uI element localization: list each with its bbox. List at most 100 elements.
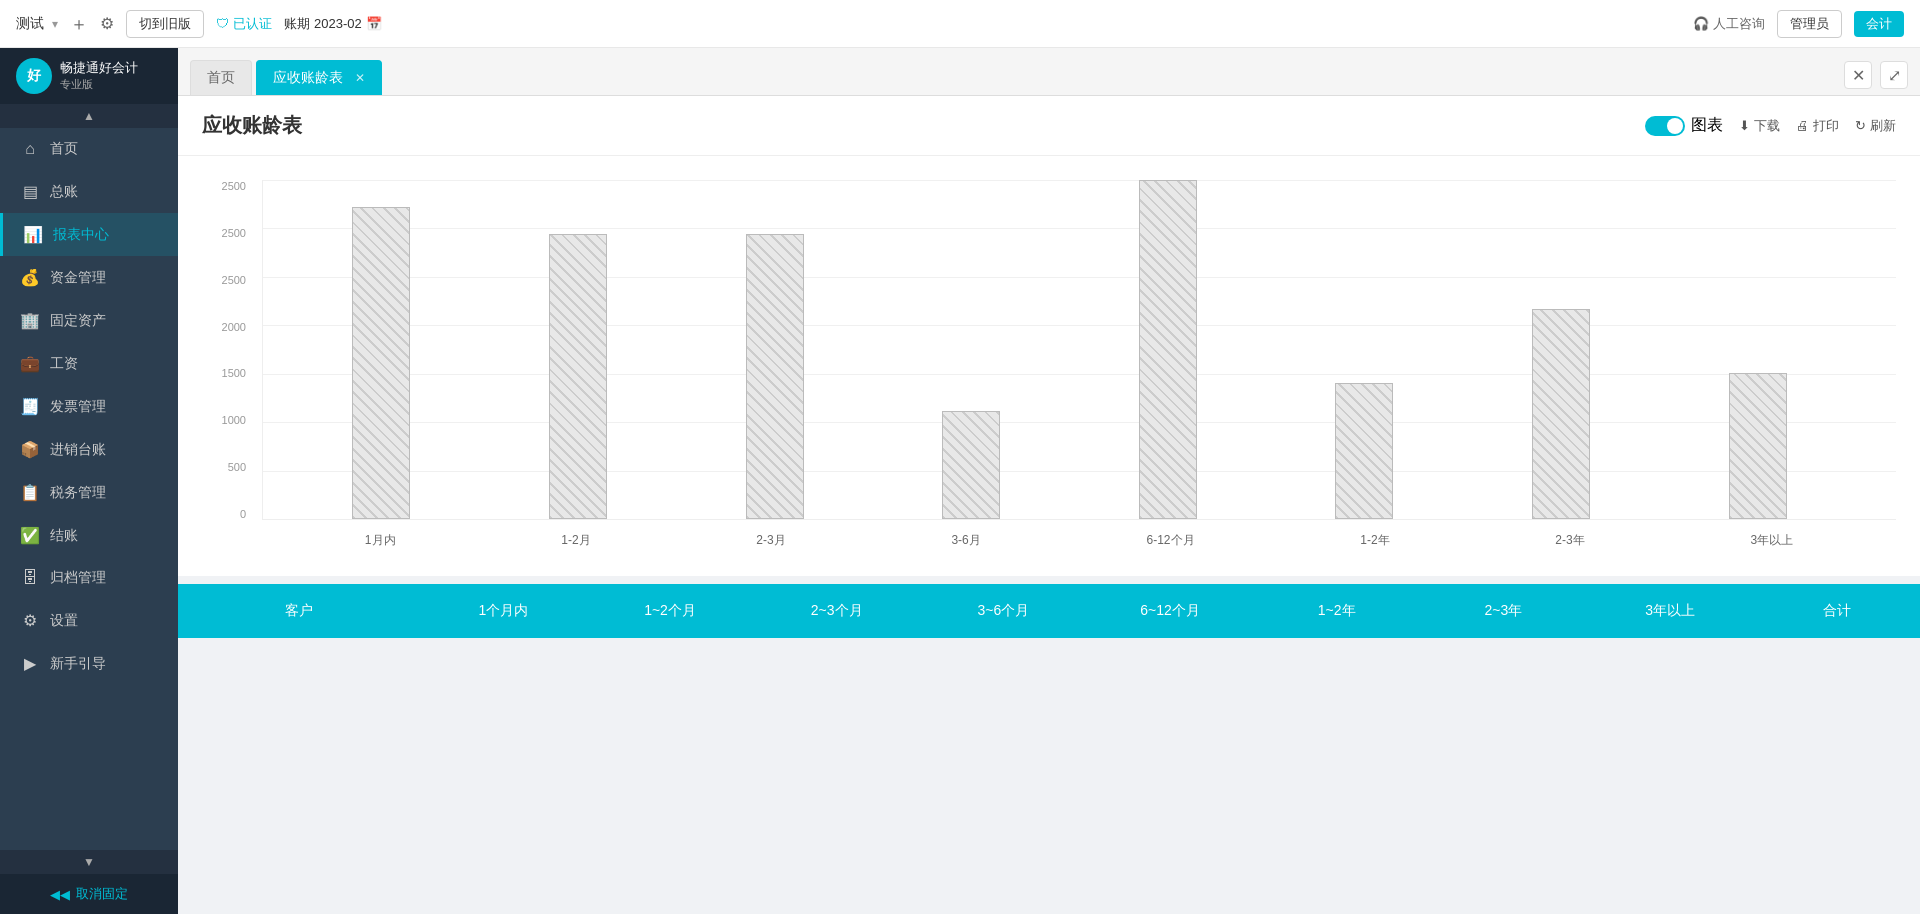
table-area: 客户 1个月内 1~2个月 2~3个月 3~6个月 6~12个月 1~2年 2~… [178,584,1920,638]
bar-6-12m [1139,180,1197,519]
sidebar-scroll-up[interactable]: ▲ [0,104,178,128]
company-name: 测试 [16,15,44,33]
sidebar-label-home: 首页 [50,140,78,158]
main-layout: 好 畅捷通好会计 专业版 ▲ ⌂ 首页 ▤ 总账 📊 报表中心 💰 资金管理 [0,48,1920,914]
table-col-2-3y: 2~3年 [1420,584,1587,638]
bar-group-8 [1729,180,1787,519]
sidebar-label-settle: 结账 [50,527,78,545]
guide-icon: ▶ [20,654,40,673]
report-actions: 图表 ⬇ 下载 🖨 打印 ↻ 刷新 [1645,115,1896,136]
sidebar: 好 畅捷通好会计 专业版 ▲ ⌂ 首页 ▤ 总账 📊 报表中心 💰 资金管理 [0,48,178,914]
sidebar-item-ledger[interactable]: ▤ 总账 [0,170,178,213]
close-tab-button[interactable]: ✕ [1844,61,1872,89]
settings-nav-icon: ⚙ [20,611,40,630]
assets-icon: 🏢 [20,311,40,330]
invoice-icon: 🧾 [20,397,40,416]
settings-icon[interactable]: ⚙ [100,14,114,33]
sidebar-item-purchase[interactable]: 📦 进销台账 [0,428,178,471]
tab-close-icon[interactable]: ✕ [355,71,365,85]
sidebar-label-purchase: 进销台账 [50,441,106,459]
tax-icon: 📋 [20,483,40,502]
sidebar-item-settle[interactable]: ✅ 结账 [0,514,178,557]
sidebar-nav: ⌂ 首页 ▤ 总账 📊 报表中心 💰 资金管理 🏢 固定资产 💼 工资 [0,128,178,850]
page-content: 应收账龄表 图表 ⬇ 下载 🖨 打印 [178,96,1920,914]
sidebar-item-guide[interactable]: ▶ 新手引导 [0,642,178,685]
sidebar-item-archive[interactable]: 🗄 归档管理 [0,557,178,599]
sidebar-label-reports: 报表中心 [53,226,109,244]
table-col-1m: 1个月内 [420,584,587,638]
headset-icon: 🎧 [1693,16,1709,31]
x-label-2-3y: 2-3年 [1555,532,1584,549]
home-icon: ⌂ [20,140,40,158]
bar-3-6m [942,411,1000,519]
switch-version-button[interactable]: 切到旧版 [126,10,204,38]
sidebar-label-guide: 新手引导 [50,655,106,673]
sidebar-scroll-down[interactable]: ▼ [0,850,178,874]
bar-group-2 [549,180,607,519]
download-icon: ⬇ [1739,118,1750,133]
tab-home[interactable]: 首页 [190,60,252,95]
refresh-icon: ↻ [1855,118,1866,133]
sidebar-label-funds: 资金管理 [50,269,106,287]
sidebar-label-salary: 工资 [50,355,78,373]
y-label-1000: 1000 [222,414,246,426]
bar-group-1 [352,180,410,519]
purchase-icon: 📦 [20,440,40,459]
bar-2-3m [746,234,804,519]
x-axis-labels: 1月内 1-2月 2-3月 3-6月 6-12个月 1-2年 2-3年 3年以上 [262,520,1896,560]
x-label-3y-plus: 3年以上 [1750,532,1793,549]
shield-icon: 🛡 [216,16,229,31]
expand-tab-button[interactable]: ⤢ [1880,61,1908,89]
tab-actions: ✕ ⤢ [1844,61,1908,95]
logo-icon: 好 [16,58,52,94]
table-col-3y-plus: 3年以上 [1587,584,1754,638]
download-button[interactable]: ⬇ 下载 [1739,117,1780,135]
calendar-icon[interactable]: 📅 [366,16,382,31]
sidebar-item-invoice[interactable]: 🧾 发票管理 [0,385,178,428]
sidebar-item-salary[interactable]: 💼 工资 [0,342,178,385]
toggle-thumb [1667,118,1683,134]
print-button[interactable]: 🖨 打印 [1796,117,1839,135]
sidebar-label-ledger: 总账 [50,183,78,201]
content-area: 首页 应收账龄表 ✕ ✕ ⤢ 应收账龄表 [178,48,1920,914]
refresh-button[interactable]: ↻ 刷新 [1855,117,1896,135]
bar-group-3 [746,180,804,519]
cancel-fixed-button[interactable]: ◀◀ 取消固定 [0,874,178,914]
x-label-1-2y: 1-2年 [1360,532,1389,549]
role-button[interactable]: 会计 [1854,11,1904,37]
tab-report[interactable]: 应收账龄表 ✕ [256,60,382,95]
sidebar-label-settings: 设置 [50,612,78,630]
bar-1-2m [549,234,607,519]
x-label-1-2m: 1-2月 [561,532,590,549]
table-col-customer: 客户 [178,584,420,638]
report-header: 应收账龄表 图表 ⬇ 下载 🖨 打印 [178,96,1920,156]
bar-group-5 [1139,180,1197,519]
toggle-track[interactable] [1645,116,1685,136]
sidebar-item-settings[interactable]: ⚙ 设置 [0,599,178,642]
sidebar-label-tax: 税务管理 [50,484,106,502]
consult-button[interactable]: 🎧 人工咨询 [1693,15,1765,33]
user-button[interactable]: 管理员 [1777,10,1842,38]
sidebar-item-home[interactable]: ⌂ 首页 [0,128,178,170]
bars-container [263,180,1876,519]
chart-toggle[interactable]: 图表 [1645,115,1723,136]
company-dropdown-icon[interactable]: ▾ [52,17,58,31]
settle-icon: ✅ [20,526,40,545]
company-selector[interactable]: 测试 ▾ [16,15,58,33]
sidebar-item-funds[interactable]: 💰 资金管理 [0,256,178,299]
bar-group-4 [942,180,1000,519]
y-label-2500b: 2500 [222,227,246,239]
sidebar-item-tax[interactable]: 📋 税务管理 [0,471,178,514]
sidebar-item-assets[interactable]: 🏢 固定资产 [0,299,178,342]
sidebar-label-assets: 固定资产 [50,312,106,330]
top-header: 测试 ▾ ＋ ⚙ 切到旧版 🛡 已认证 账期 2023-02 📅 🎧 人工咨询 … [0,0,1920,48]
tab-bar: 首页 应收账龄表 ✕ ✕ ⤢ [178,48,1920,96]
y-label-0: 0 [240,508,246,520]
toggle-label: 图表 [1691,115,1723,136]
ledger-icon: ▤ [20,182,40,201]
bar-1m [352,207,410,519]
funds-icon: 💰 [20,268,40,287]
sidebar-item-reports[interactable]: 📊 报表中心 [0,213,178,256]
y-label-500: 500 [228,461,246,473]
add-company-button[interactable]: ＋ [70,12,88,36]
